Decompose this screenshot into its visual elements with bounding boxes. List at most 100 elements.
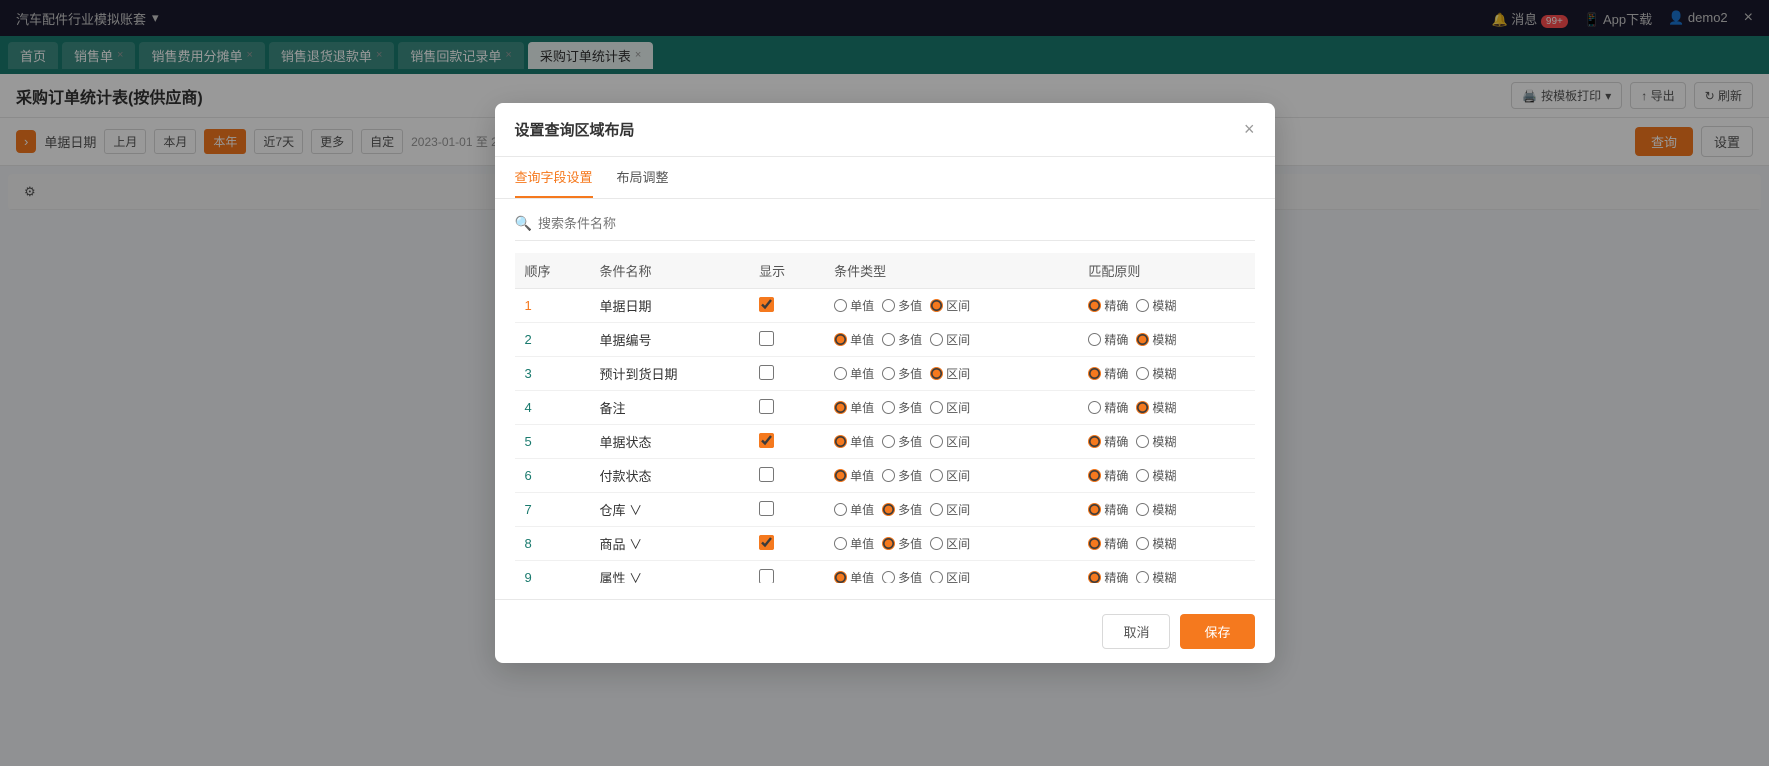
type-option-多值[interactable]: 多值 [882,365,922,382]
type-radio-区间[interactable] [930,299,943,312]
type-radio-单值[interactable] [834,333,847,346]
type-radio-单值[interactable] [834,367,847,380]
display-checkbox[interactable] [759,501,774,516]
type-option-多值[interactable]: 多值 [882,399,922,416]
display-checkbox[interactable] [759,297,774,312]
match-option-模糊[interactable]: 模糊 [1136,399,1176,416]
match-option-模糊[interactable]: 模糊 [1136,297,1176,314]
type-option-单值[interactable]: 单值 [834,467,874,484]
type-radio-区间[interactable] [930,367,943,380]
type-option-区间[interactable]: 区间 [930,467,970,484]
type-option-区间[interactable]: 区间 [930,399,970,416]
match-option-模糊[interactable]: 模糊 [1136,365,1176,382]
match-option-模糊[interactable]: 模糊 [1136,331,1176,348]
modal-tab-layout[interactable]: 布局调整 [617,157,669,198]
type-option-区间[interactable]: 区间 [930,433,970,450]
type-radio-区间[interactable] [930,435,943,448]
type-option-区间[interactable]: 区间 [930,569,970,583]
type-radio-单值[interactable] [834,299,847,312]
display-checkbox[interactable] [759,467,774,482]
type-option-多值[interactable]: 多值 [882,467,922,484]
display-checkbox[interactable] [759,331,774,346]
display-checkbox[interactable] [759,365,774,380]
type-radio-区间[interactable] [930,571,943,583]
match-option-模糊[interactable]: 模糊 [1136,467,1176,484]
type-radio-多值[interactable] [882,537,895,550]
type-option-单值[interactable]: 单值 [834,399,874,416]
display-checkbox[interactable] [759,569,774,584]
type-radio-区间[interactable] [930,503,943,516]
match-radio-模糊[interactable] [1136,367,1149,380]
match-radio-精确[interactable] [1088,333,1101,346]
match-radio-模糊[interactable] [1136,299,1149,312]
type-radio-多值[interactable] [882,571,895,583]
type-radio-多值[interactable] [882,469,895,482]
match-option-模糊[interactable]: 模糊 [1136,501,1176,518]
match-option-精确[interactable]: 精确 [1088,297,1128,314]
type-radio-单值[interactable] [834,435,847,448]
type-radio-多值[interactable] [882,435,895,448]
type-option-单值[interactable]: 单值 [834,569,874,583]
modal-close-button[interactable]: × [1244,119,1255,140]
type-radio-单值[interactable] [834,469,847,482]
match-option-精确[interactable]: 精确 [1088,569,1128,583]
display-checkbox[interactable] [759,433,774,448]
type-radio-多值[interactable] [882,333,895,346]
match-radio-模糊[interactable] [1136,469,1149,482]
type-radio-多值[interactable] [882,367,895,380]
match-radio-精确[interactable] [1088,401,1101,414]
type-radio-区间[interactable] [930,401,943,414]
display-checkbox[interactable] [759,535,774,550]
match-radio-精确[interactable] [1088,299,1101,312]
match-option-精确[interactable]: 精确 [1088,365,1128,382]
type-option-区间[interactable]: 区间 [930,535,970,552]
type-radio-单值[interactable] [834,503,847,516]
type-option-多值[interactable]: 多值 [882,331,922,348]
type-option-区间[interactable]: 区间 [930,331,970,348]
type-radio-区间[interactable] [930,469,943,482]
type-option-区间[interactable]: 区间 [930,501,970,518]
type-radio-单值[interactable] [834,401,847,414]
type-radio-单值[interactable] [834,571,847,583]
match-radio-模糊[interactable] [1136,401,1149,414]
match-radio-精确[interactable] [1088,435,1101,448]
type-option-单值[interactable]: 单值 [834,535,874,552]
match-option-精确[interactable]: 精确 [1088,467,1128,484]
match-option-模糊[interactable]: 模糊 [1136,535,1176,552]
match-radio-模糊[interactable] [1136,537,1149,550]
type-option-区间[interactable]: 区间 [930,365,970,382]
match-radio-模糊[interactable] [1136,333,1149,346]
type-option-多值[interactable]: 多值 [882,569,922,583]
match-option-模糊[interactable]: 模糊 [1136,433,1176,450]
modal-tab-query-fields[interactable]: 查询字段设置 [515,157,593,198]
search-input[interactable] [532,216,1255,231]
match-radio-模糊[interactable] [1136,571,1149,583]
match-option-精确[interactable]: 精确 [1088,535,1128,552]
type-radio-单值[interactable] [834,537,847,550]
match-radio-精确[interactable] [1088,537,1101,550]
type-option-单值[interactable]: 单值 [834,365,874,382]
match-option-精确[interactable]: 精确 [1088,433,1128,450]
type-radio-多值[interactable] [882,299,895,312]
match-radio-精确[interactable] [1088,469,1101,482]
type-option-多值[interactable]: 多值 [882,501,922,518]
type-option-单值[interactable]: 单值 [834,433,874,450]
match-radio-模糊[interactable] [1136,435,1149,448]
match-option-模糊[interactable]: 模糊 [1136,569,1176,583]
type-radio-区间[interactable] [930,537,943,550]
type-radio-区间[interactable] [930,333,943,346]
type-radio-多值[interactable] [882,503,895,516]
match-radio-精确[interactable] [1088,367,1101,380]
match-radio-精确[interactable] [1088,503,1101,516]
type-option-单值[interactable]: 单值 [834,297,874,314]
type-option-单值[interactable]: 单值 [834,331,874,348]
type-option-单值[interactable]: 单值 [834,501,874,518]
type-option-区间[interactable]: 区间 [930,297,970,314]
type-option-多值[interactable]: 多值 [882,433,922,450]
match-option-精确[interactable]: 精确 [1088,331,1128,348]
match-radio-精确[interactable] [1088,571,1101,583]
match-radio-模糊[interactable] [1136,503,1149,516]
match-option-精确[interactable]: 精确 [1088,501,1128,518]
display-checkbox[interactable] [759,399,774,414]
type-option-多值[interactable]: 多值 [882,297,922,314]
